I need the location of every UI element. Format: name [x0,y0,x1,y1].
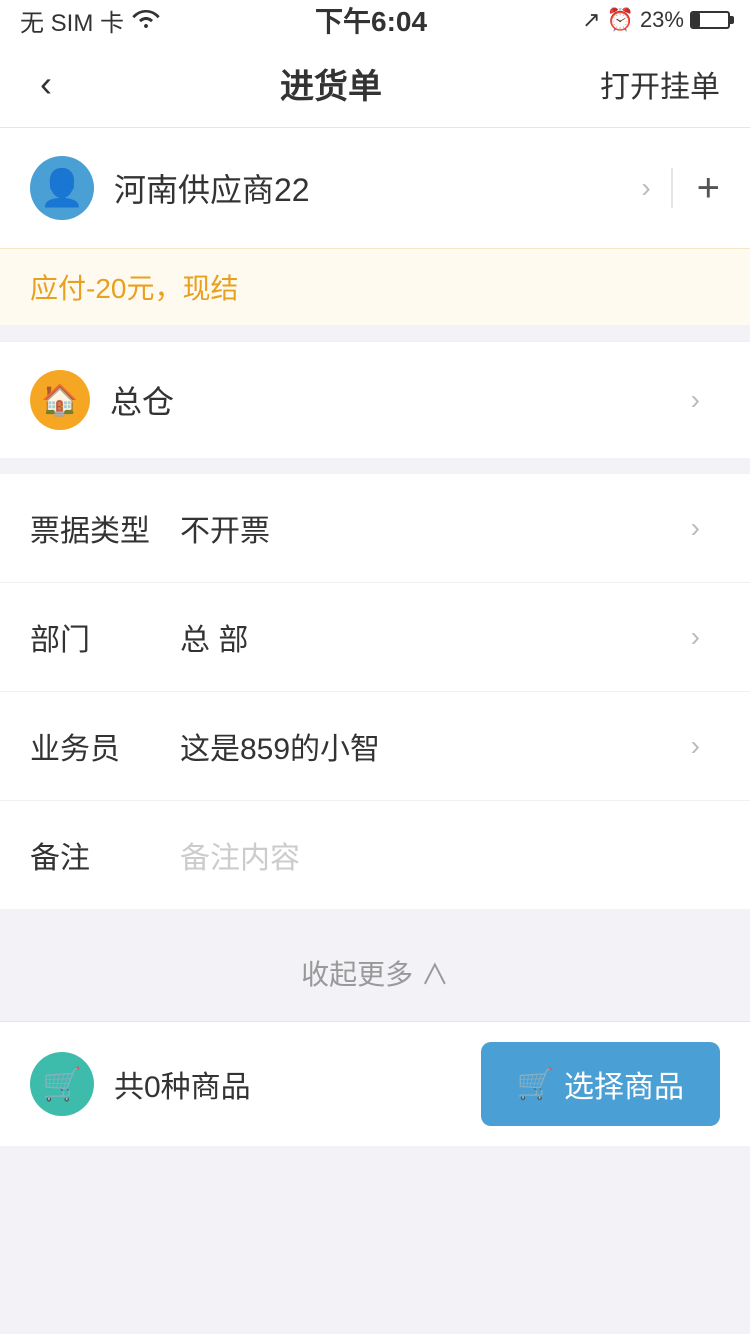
content-area: 👤 河南供应商22 › + 应付-20元，现结 🏠 总仓 › 票据类型 不开票 … [0,128,750,1146]
location-icon: ↗ [582,7,600,33]
product-icon-symbol: 🛒 [42,1065,82,1103]
page-title: 进货单 [280,59,382,108]
avatar: 👤 [30,156,94,220]
product-icon: 🛒 [30,1052,94,1116]
remark-input[interactable]: 备注内容 [180,833,720,877]
battery-percent: 23% [640,7,684,33]
back-button[interactable]: ‹ [30,53,62,115]
warehouse-icon-symbol: 🏠 [41,383,78,418]
chevron-right-icon: › [641,172,650,204]
department-label: 部门 [30,615,160,659]
status-right: ↗ ⏰ 23% [582,7,730,33]
invoice-label: 票据类型 [30,506,160,550]
salesperson-row[interactable]: 业务员 这是859的小智 › [0,692,750,801]
warehouse-card: 🏠 总仓 › [0,341,750,458]
product-count: 共0种商品 [114,1062,481,1106]
invoice-value: 不开票 [180,506,691,550]
avatar-icon: 👤 [40,167,85,209]
warehouse-row[interactable]: 🏠 总仓 › [0,341,750,458]
chevron-right-icon: › [691,384,700,416]
alarm-icon: ⏰ [607,7,634,33]
collapse-button[interactable]: 收起更多 ∧ [301,953,449,993]
notice-text: 应付-20元，现结 [30,273,238,304]
status-time: 下午6:04 [315,0,427,40]
select-icon: 🛒 [517,1067,554,1102]
supplier-row[interactable]: 👤 河南供应商22 › + [0,128,750,248]
form-card: 票据类型 不开票 › 部门 总 部 › 业务员 这是859的小智 › 备注 备注… [0,474,750,909]
chevron-right-icon: › [691,621,700,653]
select-product-button[interactable]: 🛒 选择商品 [481,1042,720,1126]
collapse-section[interactable]: 收起更多 ∧ [0,925,750,1021]
remark-label: 备注 [30,833,160,877]
supplier-card: 👤 河南供应商22 › + 应付-20元，现结 [0,128,750,325]
department-value: 总 部 [180,615,691,659]
bottom-bar: 🛒 共0种商品 🛒 选择商品 [0,1021,750,1146]
notice-bar: 应付-20元，现结 [0,248,750,325]
add-button[interactable]: + [697,166,720,211]
battery-icon [690,11,730,29]
carrier-text: 无 SIM 卡 [20,3,124,38]
invoice-row[interactable]: 票据类型 不开票 › [0,474,750,583]
remark-row[interactable]: 备注 备注内容 [0,801,750,909]
divider [671,168,673,208]
salesperson-value: 这是859的小智 [180,724,691,768]
chevron-right-icon: › [691,730,700,762]
warehouse-name: 总仓 [110,377,691,423]
select-btn-label: 选择商品 [564,1062,684,1106]
open-pending-button[interactable]: 打开挂单 [600,62,720,106]
department-row[interactable]: 部门 总 部 › [0,583,750,692]
supplier-name: 河南供应商22 [114,165,641,211]
nav-bar: ‹ 进货单 打开挂单 [0,40,750,128]
wifi-icon [132,6,160,35]
status-left: 无 SIM 卡 [20,3,160,38]
warehouse-icon: 🏠 [30,370,90,430]
chevron-right-icon: › [691,512,700,544]
status-bar: 无 SIM 卡 下午6:04 ↗ ⏰ 23% [0,0,750,40]
salesperson-label: 业务员 [30,724,160,768]
